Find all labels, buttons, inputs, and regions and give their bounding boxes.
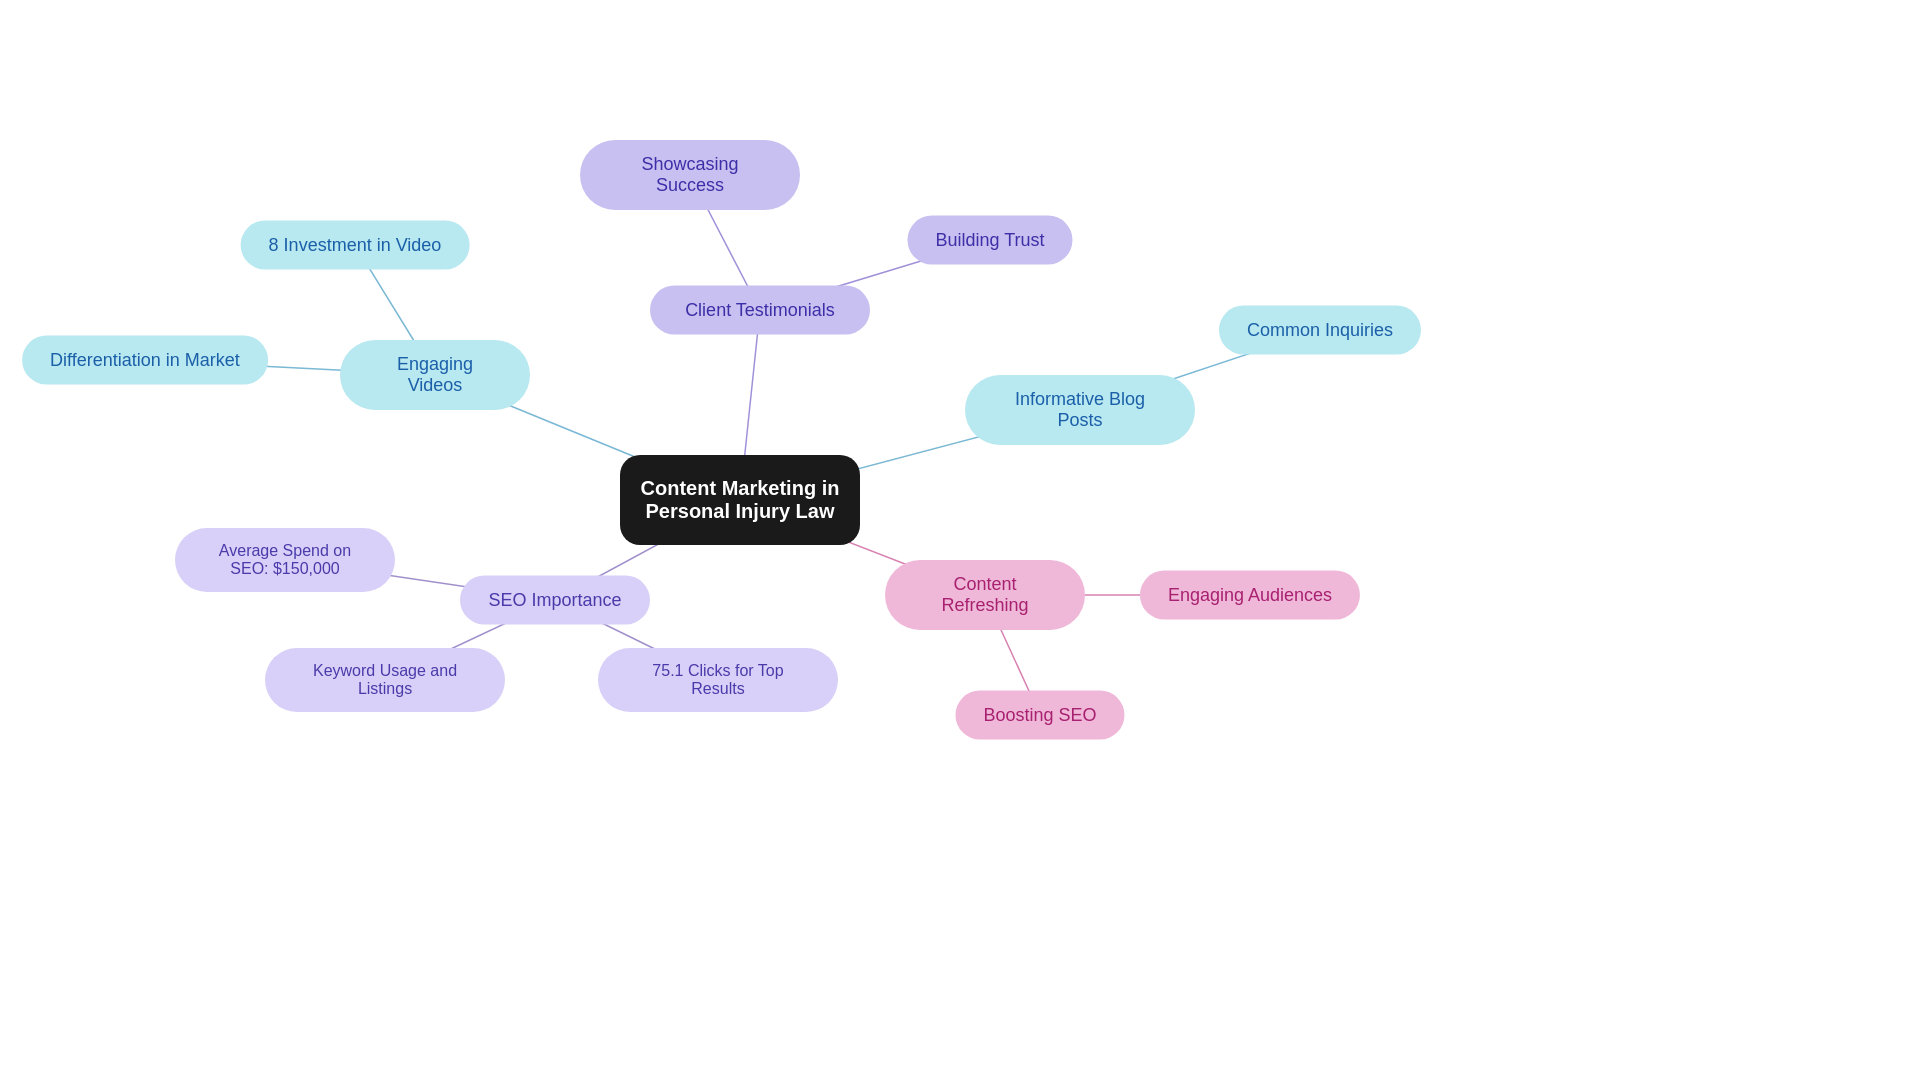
differentiation-market-node: Differentiation in Market <box>22 336 268 385</box>
common-inquiries-node: Common Inquiries <box>1219 306 1421 355</box>
content-refreshing-node: Content Refreshing <box>885 560 1085 630</box>
investment-video-node: 8 Investment in Video <box>241 221 470 270</box>
building-trust-node: Building Trust <box>907 216 1072 265</box>
informative-blog-posts-node: Informative Blog Posts <box>965 375 1195 445</box>
seo-importance-node: SEO Importance <box>460 576 650 625</box>
client-testimonials-node: Client Testimonials <box>650 286 870 335</box>
boosting-seo-node: Boosting SEO <box>955 691 1124 740</box>
keyword-usage-node: Keyword Usage and Listings <box>265 648 505 712</box>
avg-spend-seo-node: Average Spend on SEO: $150,000 <box>175 528 395 592</box>
engaging-audiences-node: Engaging Audiences <box>1140 571 1360 620</box>
center-node: Content Marketing in Personal Injury Law <box>620 455 860 545</box>
clicks-top-results-node: 75.1 Clicks for Top Results <box>598 648 838 712</box>
engaging-videos-node: Engaging Videos <box>340 340 530 410</box>
showcasing-success-node: Showcasing Success <box>580 140 800 210</box>
